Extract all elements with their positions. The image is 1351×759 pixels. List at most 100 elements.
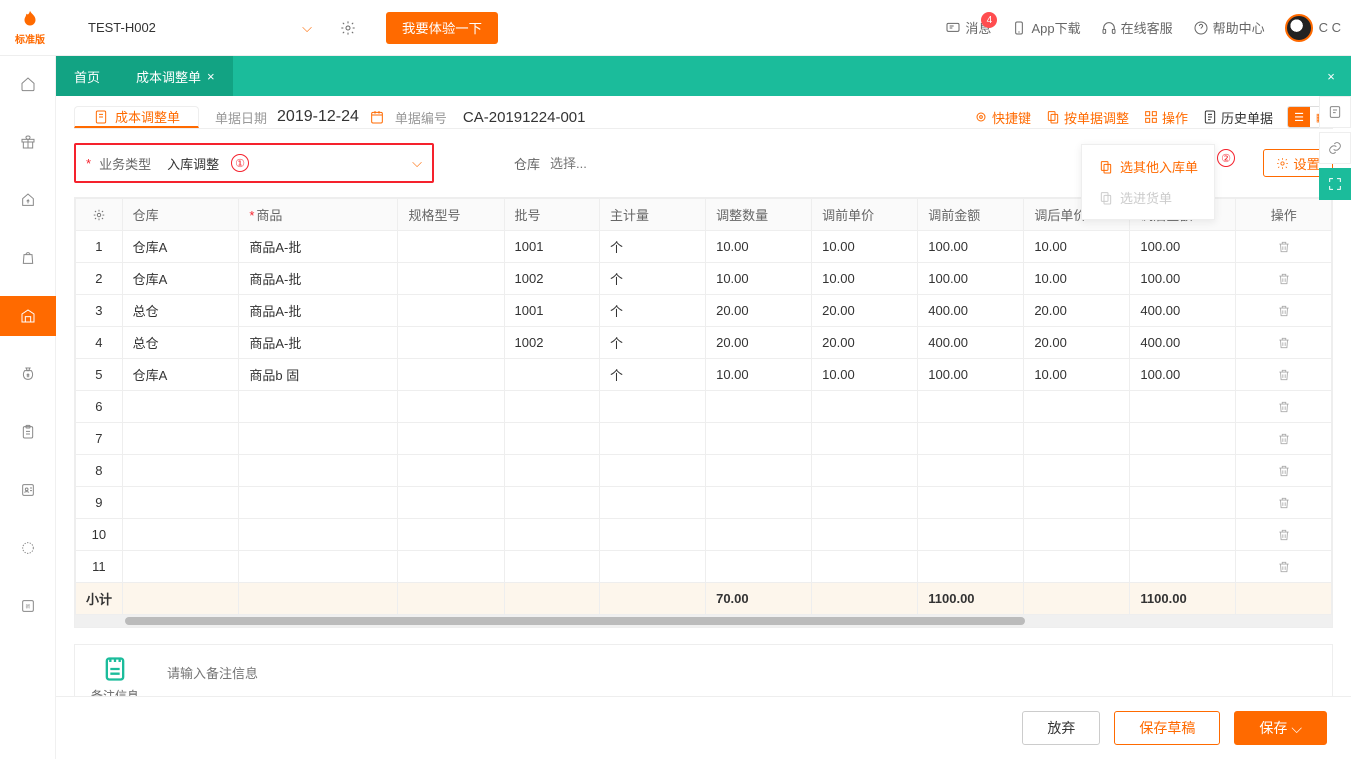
cell-batch[interactable]: 1002 bbox=[504, 263, 599, 295]
col-preamt[interactable]: 调前金额 bbox=[918, 199, 1024, 231]
cell-postamt[interactable] bbox=[1130, 519, 1236, 551]
cell-spec[interactable] bbox=[398, 327, 504, 359]
nav-contacts[interactable] bbox=[0, 470, 56, 510]
table-row[interactable]: 1仓库A商品A-批1001个10.0010.00100.0010.00100.0… bbox=[76, 231, 1332, 263]
cell-postprice[interactable]: 10.00 bbox=[1024, 359, 1130, 391]
cell-qty[interactable]: 20.00 bbox=[706, 295, 812, 327]
tab-home[interactable]: 首页 bbox=[56, 56, 118, 96]
save-draft-button[interactable]: 保存草稿 bbox=[1114, 711, 1220, 745]
col-unit[interactable]: 主计量 bbox=[600, 199, 706, 231]
cell-postamt[interactable] bbox=[1130, 455, 1236, 487]
cell-qty[interactable] bbox=[706, 487, 812, 519]
cell-unit[interactable]: 个 bbox=[600, 359, 706, 391]
cell-spec[interactable] bbox=[398, 487, 504, 519]
nav-report[interactable] bbox=[0, 412, 56, 452]
row-delete[interactable] bbox=[1236, 231, 1332, 263]
cell-postprice[interactable] bbox=[1024, 551, 1130, 583]
cell-postprice[interactable]: 20.00 bbox=[1024, 327, 1130, 359]
cell-whs[interactable] bbox=[122, 551, 239, 583]
row-delete[interactable] bbox=[1236, 327, 1332, 359]
remark-input[interactable] bbox=[155, 645, 1332, 696]
cell-preprice[interactable]: 10.00 bbox=[812, 231, 918, 263]
cell-postprice[interactable]: 10.00 bbox=[1024, 231, 1130, 263]
action-bybill[interactable]: 按单据调整 bbox=[1045, 108, 1129, 127]
menu-other-inbound[interactable]: 选其他入库单 bbox=[1082, 151, 1214, 182]
table-row[interactable]: 10 bbox=[76, 519, 1332, 551]
cell-postamt[interactable]: 100.00 bbox=[1130, 359, 1236, 391]
cell-spec[interactable] bbox=[398, 391, 504, 423]
cell-unit[interactable] bbox=[600, 455, 706, 487]
nav-gift[interactable] bbox=[0, 122, 56, 162]
col-spec[interactable]: 规格型号 bbox=[398, 199, 504, 231]
cell-preamt[interactable]: 400.00 bbox=[918, 327, 1024, 359]
col-qty[interactable]: 调整数量 bbox=[706, 199, 812, 231]
h-scrollbar[interactable] bbox=[75, 615, 1332, 627]
cell-preamt[interactable] bbox=[918, 391, 1024, 423]
cell-preprice[interactable] bbox=[812, 487, 918, 519]
cell-whs[interactable] bbox=[122, 519, 239, 551]
cell-postprice[interactable] bbox=[1024, 423, 1130, 455]
cell-product[interactable]: 商品A-批 bbox=[239, 327, 398, 359]
cell-whs[interactable]: 仓库A bbox=[122, 231, 239, 263]
cell-postprice[interactable]: 20.00 bbox=[1024, 295, 1130, 327]
col-warehouse[interactable]: 仓库 bbox=[122, 199, 239, 231]
cell-unit[interactable]: 个 bbox=[600, 263, 706, 295]
cell-postamt[interactable]: 100.00 bbox=[1130, 263, 1236, 295]
table-row[interactable]: 4总仓商品A-批1002个20.0020.00400.0020.00400.00 bbox=[76, 327, 1332, 359]
cell-product[interactable] bbox=[239, 487, 398, 519]
cell-qty[interactable] bbox=[706, 519, 812, 551]
cell-preamt[interactable]: 400.00 bbox=[918, 295, 1024, 327]
cell-whs[interactable] bbox=[122, 391, 239, 423]
cell-preprice[interactable]: 20.00 bbox=[812, 295, 918, 327]
cell-preamt[interactable] bbox=[918, 519, 1024, 551]
action-history[interactable]: 历史单据 bbox=[1202, 108, 1273, 127]
trial-button[interactable]: 我要体验一下 bbox=[386, 12, 498, 44]
cell-spec[interactable] bbox=[398, 231, 504, 263]
messages-link[interactable]: 消息 4 bbox=[945, 18, 991, 37]
biztype-select[interactable]: * 业务类型 入库调整 ① ⌵ bbox=[74, 143, 434, 183]
rail-link[interactable] bbox=[1319, 132, 1351, 164]
cell-preamt[interactable]: 100.00 bbox=[918, 263, 1024, 295]
row-delete[interactable] bbox=[1236, 391, 1332, 423]
cell-batch[interactable] bbox=[504, 519, 599, 551]
tab-cost-adjust[interactable]: 成本调整单 × bbox=[118, 56, 233, 96]
action-operate[interactable]: 操作 bbox=[1143, 108, 1188, 127]
cell-whs[interactable]: 总仓 bbox=[122, 327, 239, 359]
rail-expand[interactable] bbox=[1319, 168, 1351, 200]
cell-product[interactable] bbox=[239, 423, 398, 455]
nav-new[interactable]: 新 bbox=[0, 586, 56, 626]
nav-warehouse[interactable] bbox=[0, 296, 56, 336]
cell-qty[interactable] bbox=[706, 391, 812, 423]
cell-spec[interactable] bbox=[398, 359, 504, 391]
store-selector[interactable]: TEST-H002 ⌵ bbox=[80, 13, 320, 43]
cell-preamt[interactable] bbox=[918, 487, 1024, 519]
cell-unit[interactable] bbox=[600, 423, 706, 455]
cell-unit[interactable] bbox=[600, 551, 706, 583]
cell-postprice[interactable] bbox=[1024, 391, 1130, 423]
cell-postamt[interactable]: 400.00 bbox=[1130, 295, 1236, 327]
cell-postamt[interactable]: 400.00 bbox=[1130, 327, 1236, 359]
cell-whs[interactable]: 总仓 bbox=[122, 295, 239, 327]
table-row[interactable]: 6 bbox=[76, 391, 1332, 423]
cell-preamt[interactable]: 100.00 bbox=[918, 359, 1024, 391]
action-shortcut[interactable]: 快捷键 bbox=[973, 108, 1031, 127]
cell-unit[interactable]: 个 bbox=[600, 231, 706, 263]
cell-batch[interactable] bbox=[504, 359, 599, 391]
cell-product[interactable]: 商品A-批 bbox=[239, 295, 398, 327]
service-link[interactable]: 在线客服 bbox=[1101, 18, 1173, 37]
close-all-icon[interactable]: × bbox=[1311, 56, 1351, 96]
cell-postamt[interactable] bbox=[1130, 391, 1236, 423]
cell-batch[interactable]: 1001 bbox=[504, 231, 599, 263]
cell-preprice[interactable] bbox=[812, 391, 918, 423]
cell-whs[interactable] bbox=[122, 487, 239, 519]
cell-postamt[interactable]: 100.00 bbox=[1130, 231, 1236, 263]
cell-postprice[interactable] bbox=[1024, 487, 1130, 519]
cell-whs[interactable]: 仓库A bbox=[122, 263, 239, 295]
rail-note[interactable] bbox=[1319, 96, 1351, 128]
settings-icon[interactable] bbox=[340, 20, 356, 36]
row-delete[interactable] bbox=[1236, 519, 1332, 551]
col-product[interactable]: *商品 bbox=[239, 199, 398, 231]
cell-preprice[interactable] bbox=[812, 519, 918, 551]
cell-postamt[interactable] bbox=[1130, 551, 1236, 583]
warehouse-input[interactable] bbox=[550, 156, 850, 171]
